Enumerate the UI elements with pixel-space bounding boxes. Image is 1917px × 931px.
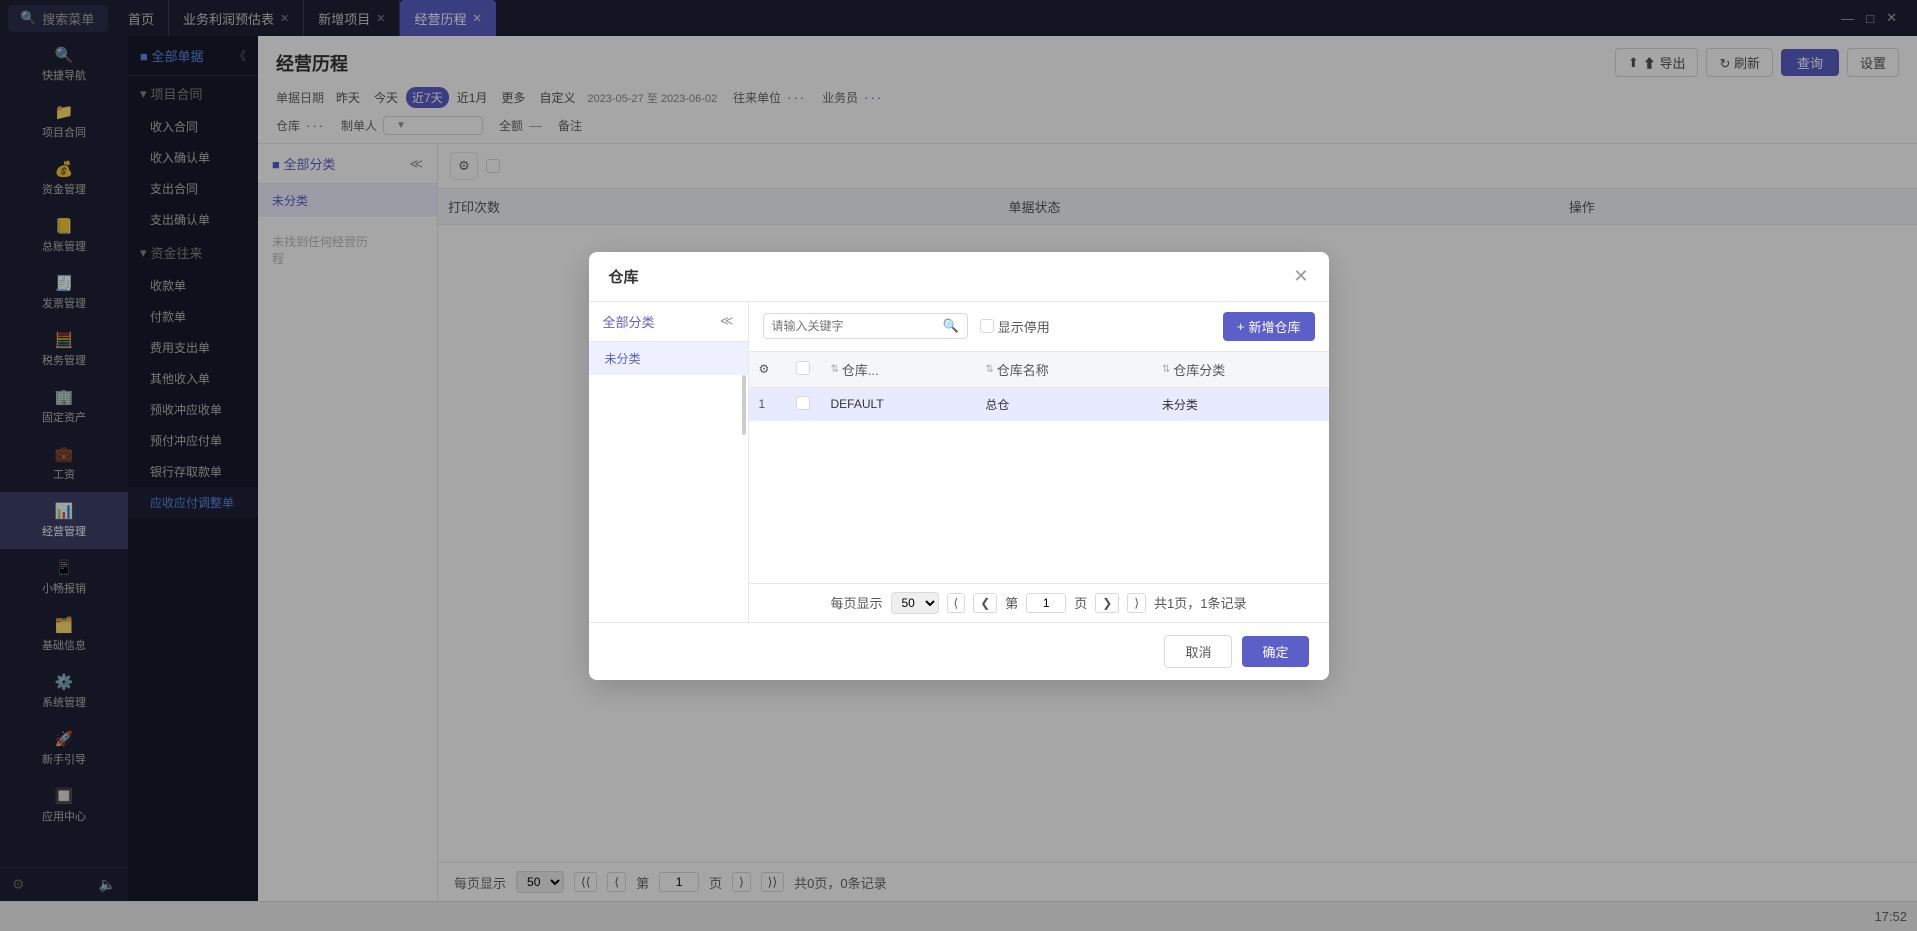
add-label: 新增仓库 [1248, 317, 1300, 336]
dialog-search-input[interactable] [764, 314, 935, 338]
category-label: 仓库分类 [1173, 360, 1225, 379]
code-label: 仓库... [842, 360, 879, 379]
dialog-left-header: 全部分类 ≪ [589, 302, 748, 342]
dialog-per-page-select[interactable]: 50 [891, 592, 939, 614]
dialog-left-collapse-icon[interactable]: ≪ [720, 313, 734, 329]
th-checkbox[interactable] [796, 361, 810, 375]
show-disabled-checkbox[interactable] [980, 319, 994, 333]
dialog-prev-btn[interactable]: ❮ [973, 593, 997, 613]
sort-icon-up: ⇅ [831, 364, 839, 375]
warehouse-dialog: 仓库 ✕ 全部分类 ≪ 未分类 [589, 252, 1329, 680]
dialog-page-end-label: 页 [1074, 593, 1087, 612]
dialog-next-btn[interactable]: ❯ [1095, 593, 1119, 613]
dialog-th-checkbox[interactable] [785, 352, 821, 388]
row-code: DEFAULT [821, 387, 976, 421]
dialog-search-box: 🔍 [763, 313, 968, 339]
dialog-table-wrapper: ⚙ ⇅ 仓库... [749, 352, 1329, 583]
row-checkbox[interactable] [796, 396, 810, 410]
row-category: 未分类 [1152, 387, 1329, 421]
dialog-next-last-btn[interactable]: ⟩ [1127, 593, 1146, 613]
dialog-data-table: ⚙ ⇅ 仓库... [749, 352, 1329, 421]
dialog-page-label: 第 [1005, 593, 1018, 612]
confirm-button[interactable]: 确定 [1242, 636, 1308, 667]
dialog-title: 仓库 [609, 266, 639, 287]
show-disabled-label[interactable]: 显示停用 [980, 317, 1050, 336]
dialog-close-btn[interactable]: ✕ [1293, 267, 1308, 285]
dialog-body: 全部分类 ≪ 未分类 🔍 [589, 302, 1329, 622]
cancel-label: 取消 [1185, 645, 1211, 660]
dialog-per-page-label: 每页显示 [830, 593, 882, 612]
sort-icon-name: ⇅ [985, 364, 993, 375]
dialog-header: 仓库 ✕ [589, 252, 1329, 302]
dialog-pagination: 每页显示 50 ⟨ ❮ 第 页 ❯ ⟩ 共1页，1条记录 [749, 583, 1329, 622]
dialog-th-settings[interactable]: ⚙ [749, 352, 785, 388]
dialog-th-category[interactable]: ⇅ 仓库分类 [1152, 352, 1329, 388]
dialog-prev-first-btn[interactable]: ⟨ [947, 593, 966, 613]
row-index: 1 [749, 387, 785, 421]
dialog-toolbar: 🔍 显示停用 + 新增仓库 [749, 302, 1329, 352]
confirm-label: 确定 [1262, 645, 1288, 660]
row-checkbox-cell[interactable] [785, 387, 821, 421]
show-disabled-text: 显示停用 [998, 317, 1050, 336]
dialog-table-row[interactable]: 1 DEFAULT 总仓 未分类 [749, 387, 1329, 421]
add-warehouse-btn[interactable]: + 新增仓库 [1223, 312, 1315, 341]
dialog-th-code[interactable]: ⇅ 仓库... [821, 352, 976, 388]
row-name: 总仓 [975, 387, 1152, 421]
name-label: 仓库名称 [997, 360, 1049, 379]
dialog-left-item-uncategorized[interactable]: 未分类 [589, 342, 748, 375]
add-icon: + [1237, 319, 1245, 334]
dialog-page-input[interactable] [1026, 593, 1066, 613]
dialog-right-panel: 🔍 显示停用 + 新增仓库 [749, 302, 1329, 622]
cancel-button[interactable]: 取消 [1164, 635, 1232, 668]
dialog-th-name[interactable]: ⇅ 仓库名称 [975, 352, 1152, 388]
dialog-left-panel: 全部分类 ≪ 未分类 [589, 302, 749, 622]
dialog-left-title: 全部分类 [603, 312, 655, 331]
sort-icon-cat: ⇅ [1162, 364, 1170, 375]
dialog-footer: 取消 确定 [589, 622, 1329, 680]
dialog-left-scroll-area [589, 375, 748, 622]
modal-overlay: 仓库 ✕ 全部分类 ≪ 未分类 [0, 0, 1917, 931]
dialog-total-info: 共1页，1条记录 [1154, 593, 1246, 612]
dialog-search-icon[interactable]: 🔍 [935, 318, 967, 334]
